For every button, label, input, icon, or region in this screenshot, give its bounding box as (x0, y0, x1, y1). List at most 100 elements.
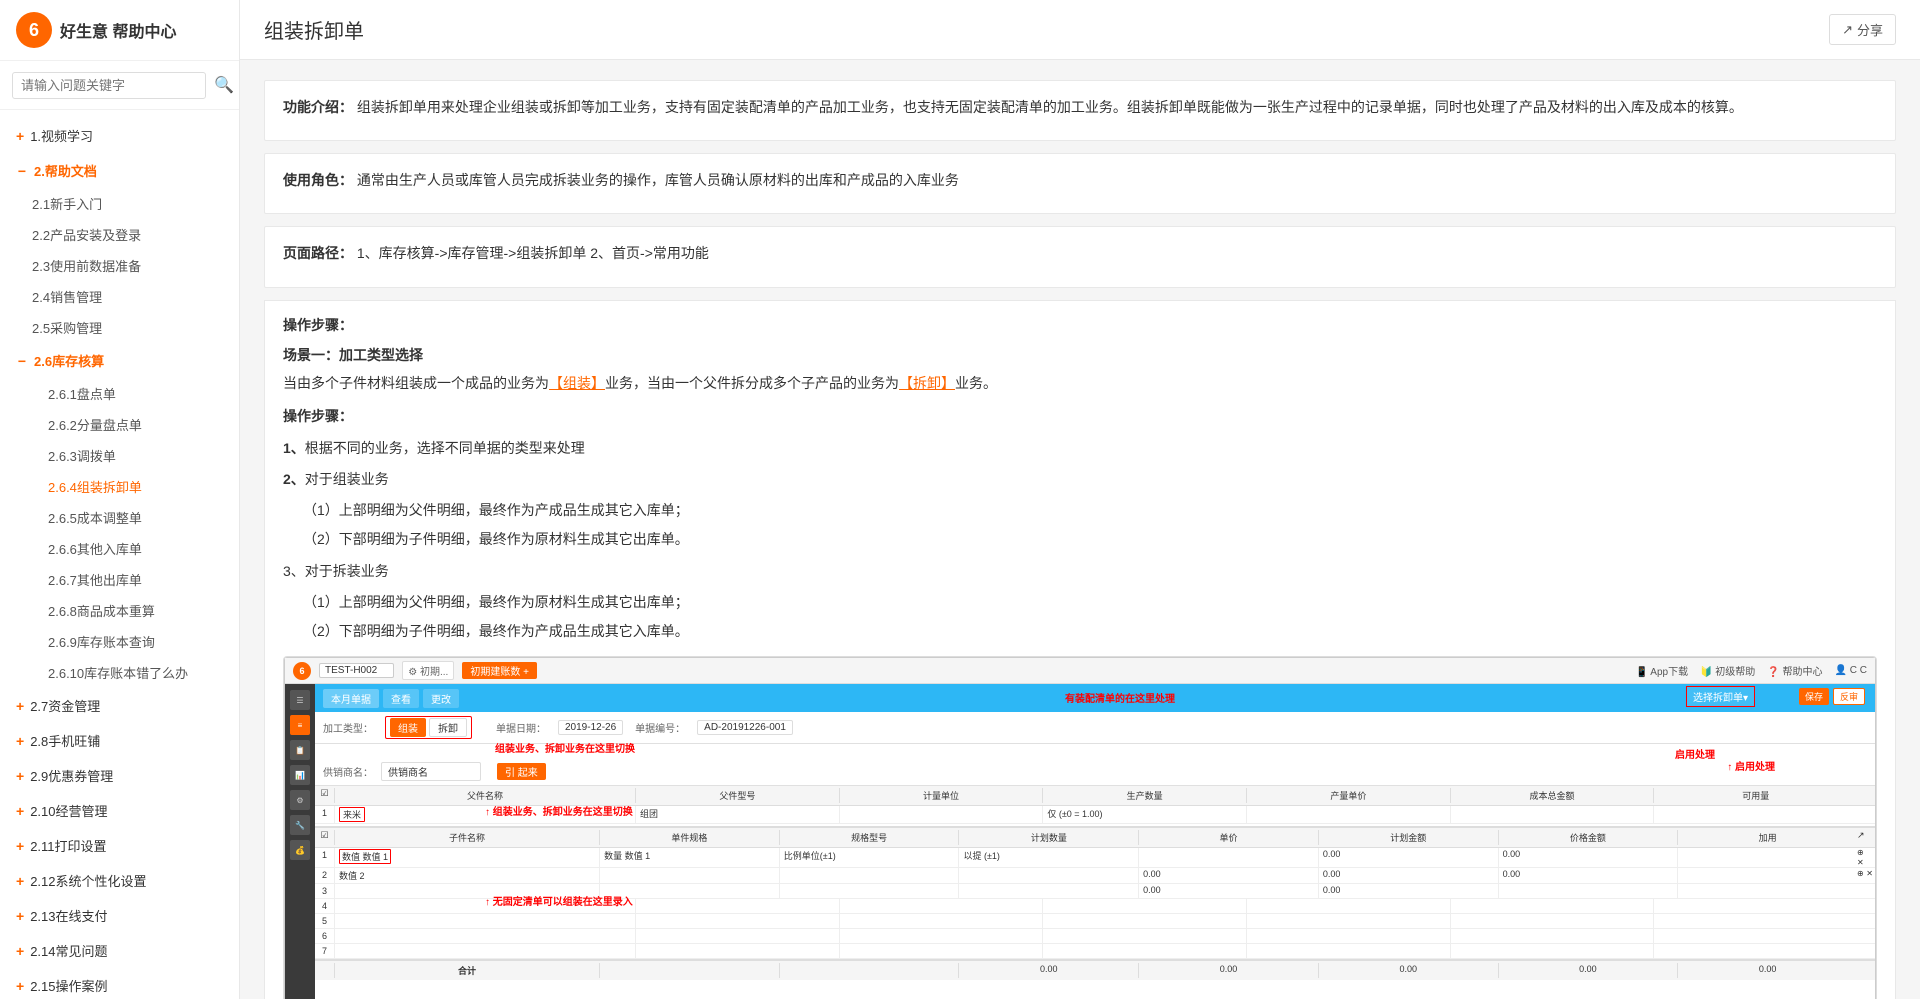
mock-save-btn[interactable]: 保存 (1799, 688, 1829, 705)
search-input[interactable] (12, 72, 206, 99)
sidebar-item-purchase[interactable]: 2.5采购管理 (0, 312, 239, 343)
mock-btd-check1[interactable]: 1 (315, 848, 335, 867)
mock-nav-icon-3[interactable]: 📋 (290, 740, 310, 760)
mock-btd-spec5 (636, 914, 840, 928)
mock-btd-check4[interactable]: 4 (315, 899, 335, 913)
sidebar-item-docs[interactable]: − 2.帮助文档 (0, 153, 239, 188)
mock-btd-name3 (335, 884, 600, 898)
mock-disassembly-btn[interactable]: 拆卸 (429, 718, 467, 737)
sidebar-item-accounterr[interactable]: 2.6.10库存账本错了么办 (0, 657, 239, 688)
mock-bth-add: 加用 (1678, 830, 1857, 845)
sidebar-item-settings[interactable]: + 2.12系统个性化设置 (0, 863, 239, 898)
step3-sub1: （1）上部明细为父件明细，最终作为原材料生成其它出库单； (303, 590, 1877, 615)
mock-table-header-bottom: ☑ 子件名称 单件规格 规格型号 计划数量 单价 计划金额 价格金额 加用 (315, 826, 1875, 848)
mock-btd-copy1[interactable]: ⊕ (1857, 848, 1875, 857)
sidebar-item-faq[interactable]: + 2.14常见问题 (0, 933, 239, 968)
mock-apply-btn[interactable]: 引 起来 (497, 763, 546, 780)
sidebar-item-label: 2.10经营管理 (30, 801, 107, 820)
sidebar-item-costadj[interactable]: 2.6.5成本调整单 (0, 502, 239, 533)
mock-tab-edit[interactable]: 更改 (423, 689, 459, 708)
sidebar-item-partial[interactable]: 2.6.2分量盘点单 (0, 409, 239, 440)
sidebar-item-cases[interactable]: + 2.15操作案例 (0, 968, 239, 999)
mock-btd-model1: 比例单位(±1) (780, 848, 960, 867)
mock-cancel-btn[interactable]: 反审 (1833, 688, 1865, 705)
mock-btd-qty1: 以提 (±1) (959, 848, 1139, 867)
assembly-link[interactable]: 【组装】 (549, 375, 605, 391)
mock-btd-check3[interactable]: 3 (315, 884, 335, 898)
mock-btd-actions4 (1857, 899, 1875, 913)
mock-btd-del2[interactable]: ✕ (1866, 869, 1873, 878)
search-button[interactable]: 🔍 (210, 71, 238, 99)
mock-action-btns: 保存 反审 (1799, 688, 1865, 705)
mock-nav-icon-5[interactable]: ⚙ (290, 790, 310, 810)
sidebar-item-mobile[interactable]: + 2.8手机旺铺 (0, 723, 239, 758)
mock-btd-check6[interactable]: 6 (315, 929, 335, 943)
mock-btd-check2[interactable]: 2 (315, 868, 335, 883)
mock-btd-del1[interactable]: ✕ (1857, 858, 1875, 867)
share-button[interactable]: ↗ 分享 (1829, 14, 1896, 45)
sidebar-item-assembly[interactable]: 2.6.4组装拆卸单 (0, 471, 239, 502)
mock-btd-check5[interactable]: 5 (315, 914, 335, 928)
mock-nav-icon-4[interactable]: 📊 (290, 765, 310, 785)
sidebar-item-prepare[interactable]: 2.3使用前数据准备 (0, 250, 239, 281)
sidebar-item-inventory[interactable]: − 2.6库存核算 (0, 343, 239, 378)
sidebar-item-costcalc[interactable]: 2.6.8商品成本重算 (0, 595, 239, 626)
mock-nav-icon-2[interactable]: ≡ (290, 715, 310, 735)
logo-area: 6 好生意 帮助中心 (0, 0, 239, 61)
mock-btd-check7[interactable]: 7 (315, 944, 335, 958)
mock-tenant-selector[interactable]: TEST-H002 (319, 663, 394, 678)
mock-td-price (1247, 806, 1451, 823)
sidebar-item-label: 2.帮助文档 (34, 161, 97, 180)
mock-footer-price: 0.00 (1139, 963, 1319, 978)
mock-btd-price5 (1247, 914, 1451, 928)
sidebar-item-sales[interactable]: 2.4销售管理 (0, 281, 239, 312)
sidebar-item-ops[interactable]: + 2.10经营管理 (0, 793, 239, 828)
sidebar-item-transfer[interactable]: 2.6.3调拨单 (0, 440, 239, 471)
intro-text: 功能介绍： 组装拆卸单用来处理企业组装或拆卸等加工业务，支持有固定装配清单的产品… (283, 95, 1877, 120)
mock-refresh[interactable]: ⚙ 初期... (402, 661, 454, 680)
sidebar-item-videos[interactable]: + 1.视频学习 (0, 118, 239, 153)
mock-bth-spec: 单件规格 (600, 830, 780, 845)
mock-supplier-input[interactable]: 供销商名 (381, 762, 481, 781)
mock-btd-price2: 0.00 (1139, 868, 1319, 883)
mock-btd-add2 (1678, 868, 1857, 883)
mock-td-check[interactable]: 1 (315, 806, 335, 823)
sidebar-item-print[interactable]: + 2.11打印设置 (0, 828, 239, 863)
intro-content: 组装拆卸单用来处理企业组装或拆卸等加工业务，支持有固定装配清单的产品加工业务，也… (357, 99, 1743, 115)
mock-parent-input-redbox[interactable]: 来米 (339, 807, 365, 822)
sidebar-item-coupon[interactable]: + 2.9优惠券管理 (0, 758, 239, 793)
mock-tab-monthly[interactable]: 本月单据 (323, 689, 379, 708)
annotation3-text: 启用处理 (1675, 746, 1715, 761)
mock-footer-total-label: 合计 (335, 963, 600, 978)
mock-new-account-btn[interactable]: 初期建账数 + (462, 662, 537, 679)
mock-btd-model6 (840, 929, 1044, 943)
intro-label: 功能介绍： (283, 99, 353, 115)
sidebar-item-otherin[interactable]: 2.6.6其他入库单 (0, 533, 239, 564)
sidebar-item-label: 2.14常见问题 (30, 941, 107, 960)
sidebar-item-finance[interactable]: + 2.7资金管理 (0, 688, 239, 723)
mock-btd-qty2 (959, 868, 1139, 883)
sidebar-item-stocktake[interactable]: 2.6.1盘点单 (0, 378, 239, 409)
sidebar-item-newcomer[interactable]: 2.1新手入门 (0, 188, 239, 219)
mock-btd-amt2: 0.00 (1319, 868, 1499, 883)
mock-assembly-btn[interactable]: 组装 (390, 718, 426, 737)
sidebar-item-label: 2.9优惠券管理 (30, 766, 113, 785)
nav-list: + 1.视频学习 − 2.帮助文档 2.1新手入门 2.2产品安装及登录 2.3… (0, 110, 239, 999)
mock-nav-icon-6[interactable]: 🔧 (290, 815, 310, 835)
mock-tab-view[interactable]: 查看 (383, 689, 419, 708)
path-label: 页面路径： (283, 245, 353, 261)
mock-assembly-toggle-box[interactable]: 选择拆卸单▾ (1686, 686, 1755, 707)
expand-icon: + (16, 128, 24, 144)
sidebar-item-stockcheck[interactable]: 2.6.9库存账本查询 (0, 626, 239, 657)
sidebar-item-payment[interactable]: + 2.13在线支付 (0, 898, 239, 933)
mock-left-nav: ☰ ≡ 📋 📊 ⚙ 🔧 💰 (285, 684, 315, 999)
sidebar-item-otherout[interactable]: 2.6.7其他出库单 (0, 564, 239, 595)
mock-btd-copy2[interactable]: ⊕ (1857, 869, 1864, 878)
mock-child-name-redbox[interactable]: 数值 数值 1 (339, 849, 391, 864)
sidebar-item-install[interactable]: 2.2产品安装及登录 (0, 219, 239, 250)
mock-nav-icon-7[interactable]: 💰 (290, 840, 310, 860)
mock-btd-spec3 (600, 884, 780, 898)
mock-nav-icon-1[interactable]: ☰ (290, 690, 310, 710)
disassembly-link[interactable]: 【拆卸】 (899, 375, 955, 391)
role-section: 使用角色： 通常由生产人员或库管人员完成拆装业务的操作，库管人员确认原材料的出库… (264, 153, 1896, 214)
